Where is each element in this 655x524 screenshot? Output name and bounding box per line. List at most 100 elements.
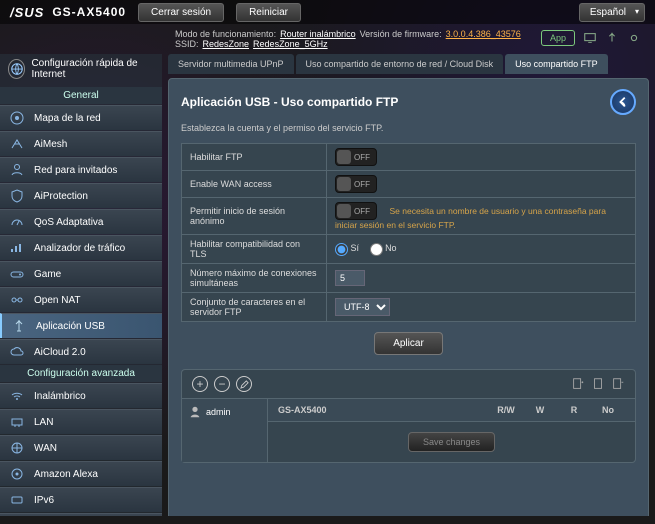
sidebar-item-opennat[interactable]: Open NAT [0,287,162,312]
sidebar-item-label: Game [34,269,61,280]
sidebar-item-aiprotection[interactable]: AiProtection [0,183,162,208]
panel-desc: Establezca la cuenta y el permiso del se… [181,123,636,133]
guest-icon [8,161,26,179]
tls-no-radio[interactable]: No [370,243,397,253]
tab-media-server[interactable]: Servidor multimedia UPnP [168,54,294,74]
sidebar-item-label: QoS Adaptativa [34,217,104,228]
sidebar-item-guest[interactable]: Red para invitados [0,157,162,182]
settings-table: Habilitar FTP OFF Enable WAN access OFF … [181,143,636,322]
tab-ftp-share[interactable]: Uso compartido FTP [505,54,608,74]
ipv6-icon [8,491,26,509]
logout-button[interactable]: Cerrar sesión [138,3,224,22]
doc-icon[interactable] [591,377,605,391]
col-r: R [557,405,591,415]
wan-icon [8,439,26,457]
doc-remove-icon[interactable] [611,377,625,391]
sidebar-item-label: AiCloud 2.0 [34,347,86,358]
back-arrow-icon [616,95,630,109]
section-general: General [0,87,162,104]
main-content: Servidor multimedia UPnP Uso compartido … [162,54,655,516]
add-user-button[interactable]: + [192,376,208,392]
wifi-icon [8,387,26,405]
back-button[interactable] [610,89,636,115]
sidebar-item-vpn[interactable]: VPN [0,513,162,516]
sidebar-item-lan[interactable]: LAN [0,409,162,434]
remove-user-button[interactable]: − [214,376,230,392]
edit-user-button[interactable] [236,376,252,392]
sidebar-item-label: Red para invitados [34,165,117,176]
enable-wan-toggle[interactable]: OFF [335,175,377,193]
monitor-icon[interactable] [583,31,597,45]
fw-value-link[interactable]: 3.0.0.4.386_43576 [446,29,521,39]
sidebar-item-label: Aplicación USB [36,321,105,332]
sidebar-item-ipv6[interactable]: IPv6 [0,487,162,512]
globe-icon [8,59,25,79]
doc-add-icon[interactable] [571,377,585,391]
sidebar-item-usb-app[interactable]: Aplicación USB [0,313,162,338]
ftp-panel: Aplicación USB - Uso compartido FTP Esta… [168,78,649,516]
chart-icon [8,239,26,257]
quick-setup[interactable]: Configuración rápida de Internet [0,54,162,84]
disk-name: GS-AX5400 [278,405,489,415]
tls-yes-radio[interactable]: Sí [335,243,359,253]
apply-button[interactable]: Aplicar [374,332,443,355]
enable-ftp-toggle[interactable]: OFF [335,148,377,166]
row-enable-ftp-label: Habilitar FTP [182,144,327,171]
save-permissions-button[interactable]: Save changes [408,432,495,452]
gauge-icon [8,213,26,231]
usb-app-icon [10,317,28,335]
col-no: No [591,405,625,415]
row-charset-label: Conjunto de caracteres en el servidor FT… [182,293,327,322]
sidebar-item-wireless[interactable]: Inalámbrico [0,383,162,408]
ssid-5-link[interactable]: RedesZone_5GHz [253,39,328,49]
row-maxconn-label: Número máximo de conexiones simultáneas [182,264,327,293]
nat-icon [8,291,26,309]
ssid-24-link[interactable]: RedesZone [203,39,250,49]
quick-setup-label: Configuración rápida de Internet [31,58,154,80]
sidebar-item-label: LAN [34,417,53,428]
sidebar-item-label: Open NAT [34,295,81,306]
panel-title: Aplicación USB - Uso compartido FTP [181,95,610,109]
sidebar-item-label: AiProtection [34,191,88,202]
sidebar-item-aicloud[interactable]: AiCloud 2.0 [0,339,162,364]
brand-logo: /SUS [10,5,44,20]
row-anon-label: Permitir inicio de sesión anónimo [182,198,327,235]
sidebar-item-traffic[interactable]: Analizador de tráfico [0,235,162,260]
sidebar-item-qos[interactable]: QoS Adaptativa [0,209,162,234]
col-w: W [523,405,557,415]
mode-label: Modo de funcionamiento: [175,29,276,39]
shield-icon [8,187,26,205]
fw-label: Versión de firmware: [360,29,442,39]
sidebar-item-game[interactable]: Game [0,261,162,286]
row-tls-label: Habilitar compatibilidad con TLS [182,235,327,264]
sidebar-item-alexa[interactable]: Amazon Alexa [0,461,162,486]
tab-network-share[interactable]: Uso compartido de entorno de red / Cloud… [296,54,504,74]
charset-select[interactable]: UTF-8 [335,298,390,316]
model-name: GS-AX5400 [52,5,126,19]
sidebar-item-wan[interactable]: WAN [0,435,162,460]
cloud-icon [8,343,26,361]
aimesh-icon [8,135,26,153]
user-name: admin [206,407,231,417]
app-badge[interactable]: App [541,30,575,46]
app-header: /SUS GS-AX5400 Cerrar sesión Reiniciar E… [0,0,655,24]
gamepad-icon [8,265,26,283]
sidebar-item-label: Mapa de la red [34,113,101,124]
language-select[interactable]: Español [579,3,645,22]
lan-icon [8,413,26,431]
sidebar-item-label: Analizador de tráfico [34,243,125,254]
mode-value-link[interactable]: Router inalámbrico [280,29,356,39]
tabs: Servidor multimedia UPnP Uso compartido … [168,54,649,74]
reboot-button[interactable]: Reiniciar [236,3,301,22]
user-entry[interactable]: admin [188,405,261,419]
maxconn-input[interactable] [335,270,365,286]
user-panel: + − admin [181,369,636,463]
info-bar: Modo de funcionamiento: Router inalámbri… [0,24,655,54]
usb-icon[interactable] [605,31,619,45]
sidebar-item-aimesh[interactable]: AiMesh [0,131,162,156]
anon-toggle[interactable]: OFF [335,202,377,220]
sidebar-item-network-map[interactable]: Mapa de la red [0,105,162,130]
link-icon[interactable] [627,31,641,45]
ssid-label: SSID: [175,39,199,49]
row-enable-wan-label: Enable WAN access [182,171,327,198]
